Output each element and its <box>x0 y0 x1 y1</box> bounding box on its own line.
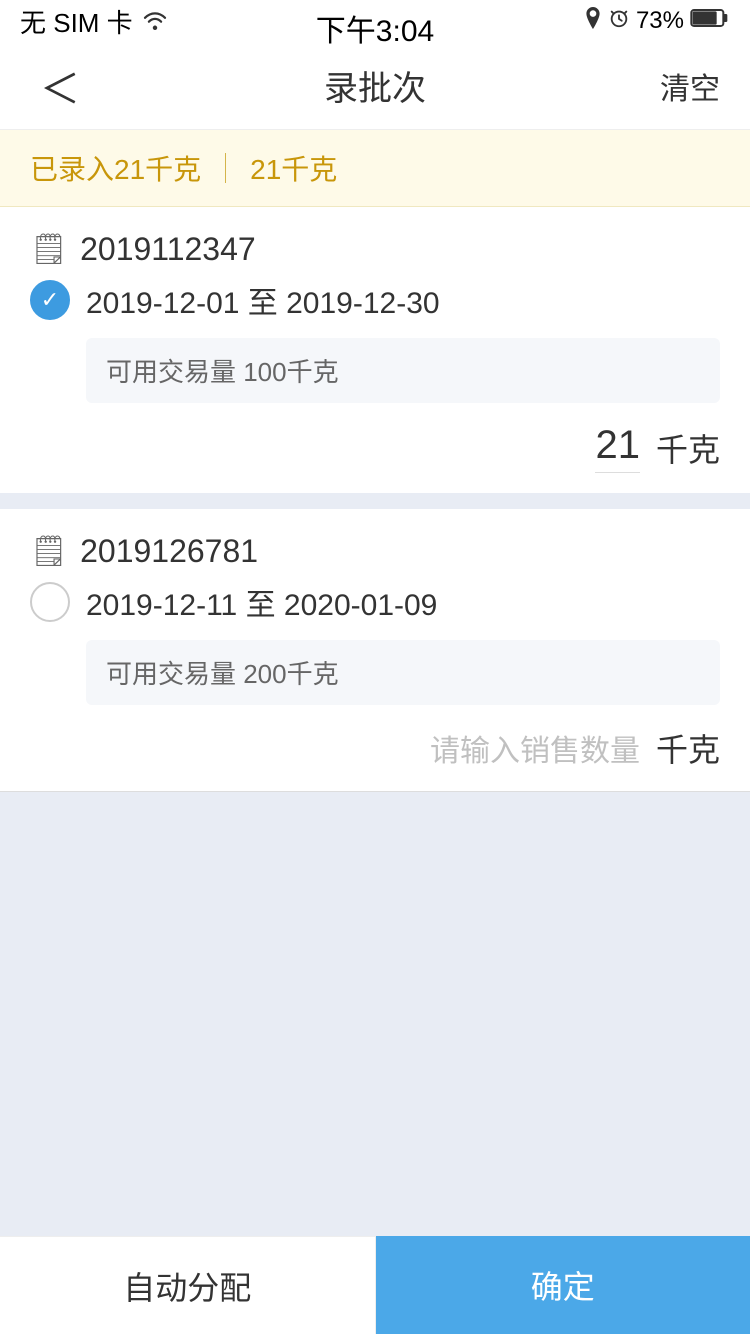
batch-2-header-section: 🗒 2019126781 2019-12-11 至 2020-01-09 可用交… <box>0 509 750 705</box>
batch-1-number: 2019112347 <box>80 231 256 268</box>
battery-label: 73% <box>636 7 684 35</box>
bottom-bar: 自动分配 确定 <box>0 1236 750 1334</box>
wifi-icon <box>141 6 169 37</box>
batch-2-date-row[interactable]: 2019-12-11 至 2020-01-09 <box>30 580 720 624</box>
batch-2-radio[interactable] <box>30 582 70 622</box>
batch-1-quantity-row: 21 千克 <box>0 403 750 493</box>
batch-2-available: 可用交易量 200千克 <box>86 640 720 705</box>
batch-2-header: 🗒 2019126781 <box>30 533 720 570</box>
alarm-icon <box>608 7 630 36</box>
batch-item-1: 🗒 2019112347 2019-12-01 至 2019-12-30 可用交… <box>0 207 750 493</box>
batch-1-available: 可用交易量 100千克 <box>86 338 720 403</box>
batch-1-date-row[interactable]: 2019-12-01 至 2019-12-30 <box>30 278 720 322</box>
battery-icon <box>690 7 730 36</box>
status-time: 下午3:04 <box>316 6 434 50</box>
batch-1-header-section: 🗒 2019112347 2019-12-01 至 2019-12-30 可用交… <box>0 207 750 403</box>
info-banner: 已录入21千克 21千克 <box>0 130 750 207</box>
page: 无 SIM 卡 下午3:04 <box>0 0 750 1334</box>
page-title: 录批次 <box>324 61 426 110</box>
location-icon <box>584 7 602 36</box>
content-area: 🗒 2019112347 2019-12-01 至 2019-12-30 可用交… <box>0 207 750 1334</box>
batch-2-unit: 千克 <box>656 725 720 771</box>
batch-1-quantity-value[interactable]: 21 <box>595 423 640 473</box>
auto-distribute-button[interactable]: 自动分配 <box>0 1236 376 1334</box>
batch-item-2: 🗒 2019126781 2019-12-11 至 2020-01-09 可用交… <box>0 509 750 792</box>
batch-1-date: 2019-12-01 至 2019-12-30 <box>86 278 440 322</box>
batch-2-date: 2019-12-11 至 2020-01-09 <box>86 580 437 624</box>
batch-1-header: 🗒 2019112347 <box>30 231 720 268</box>
info-divider <box>225 153 226 183</box>
status-left: 无 SIM 卡 <box>20 3 169 40</box>
batch-doc-icon-1: 🗒 <box>30 232 68 267</box>
clear-button[interactable]: 清空 <box>660 64 720 108</box>
section-separator <box>0 493 750 509</box>
recorded-label: 已录入21千克 <box>30 148 201 188</box>
batch-2-input-row: 请输入销售数量 千克 <box>0 705 750 792</box>
nav-bar: ＜ 录批次 清空 <box>0 42 750 130</box>
batch-2-number: 2019126781 <box>80 533 258 570</box>
back-button[interactable]: ＜ <box>30 47 90 125</box>
batch-doc-icon-2: 🗒 <box>30 534 68 569</box>
info-amount: 21千克 <box>250 148 337 188</box>
batch-1-radio[interactable] <box>30 280 70 320</box>
confirm-button[interactable]: 确定 <box>376 1236 750 1334</box>
status-right: 73% <box>584 7 730 36</box>
batch-1-unit: 千克 <box>656 425 720 471</box>
carrier-label: 无 SIM 卡 <box>20 3 133 40</box>
batch-2-input-placeholder[interactable]: 请输入销售数量 <box>0 726 640 770</box>
status-bar: 无 SIM 卡 下午3:04 <box>0 0 750 42</box>
